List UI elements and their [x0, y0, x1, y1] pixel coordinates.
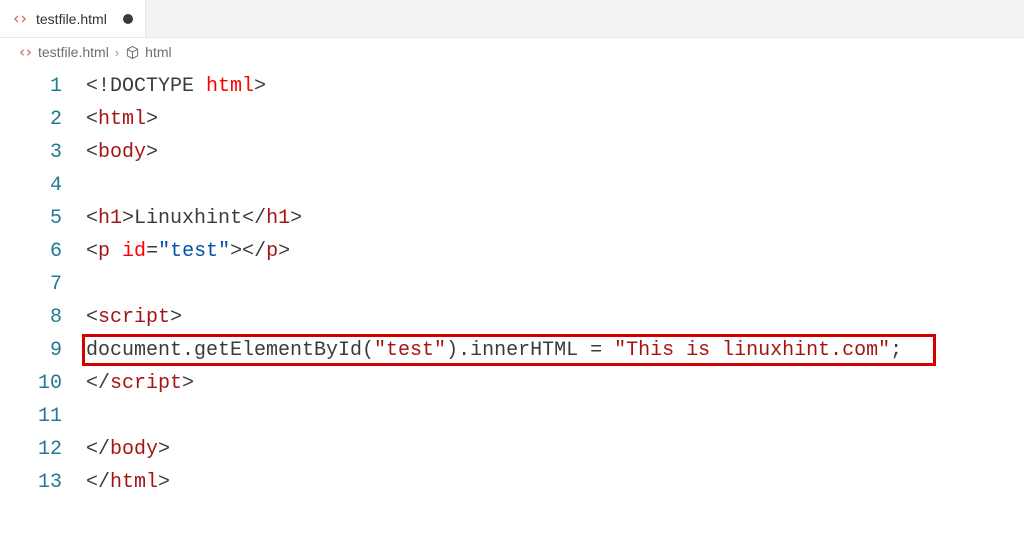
- code-line[interactable]: [86, 268, 1024, 301]
- code-line[interactable]: <script>: [86, 301, 1024, 334]
- line-number: 4: [0, 169, 62, 202]
- breadcrumb-symbol[interactable]: html: [125, 44, 171, 60]
- code-content[interactable]: <!DOCTYPE html> <html> <body> <h1>Linuxh…: [86, 70, 1024, 499]
- editor-tab[interactable]: testfile.html: [0, 0, 146, 37]
- line-number-gutter: 1 2 3 4 5 6 7 8 9 10 11 12 13: [0, 70, 86, 499]
- breadcrumb-file-label: testfile.html: [38, 44, 109, 60]
- line-number: 5: [0, 202, 62, 235]
- code-file-icon: [12, 11, 28, 27]
- code-line[interactable]: <body>: [86, 136, 1024, 169]
- unsaved-dot-icon: [123, 14, 133, 24]
- line-number: 6: [0, 235, 62, 268]
- line-number: 1: [0, 70, 62, 103]
- line-number: 10: [0, 367, 62, 400]
- tab-filename: testfile.html: [36, 11, 107, 27]
- chevron-right-icon: ›: [115, 45, 119, 60]
- code-editor[interactable]: 1 2 3 4 5 6 7 8 9 10 11 12 13 <!DOCTYPE …: [0, 66, 1024, 499]
- line-number: 7: [0, 268, 62, 301]
- code-line[interactable]: <p id="test"></p>: [86, 235, 1024, 268]
- code-line[interactable]: </html>: [86, 466, 1024, 499]
- line-number: 12: [0, 433, 62, 466]
- tab-bar: testfile.html: [0, 0, 1024, 38]
- breadcrumb: testfile.html › html: [0, 38, 1024, 66]
- symbol-icon: [125, 45, 140, 60]
- line-number: 2: [0, 103, 62, 136]
- code-line[interactable]: <html>: [86, 103, 1024, 136]
- line-number: 13: [0, 466, 62, 499]
- code-file-icon: [18, 45, 33, 60]
- code-line[interactable]: </body>: [86, 433, 1024, 466]
- breadcrumb-file[interactable]: testfile.html: [18, 44, 109, 60]
- code-line[interactable]: <!DOCTYPE html>: [86, 70, 1024, 103]
- line-number: 8: [0, 301, 62, 334]
- code-line[interactable]: document.getElementById("test").innerHTM…: [86, 334, 1024, 367]
- code-line[interactable]: [86, 400, 1024, 433]
- line-number: 9: [0, 334, 62, 367]
- code-line[interactable]: [86, 169, 1024, 202]
- line-number: 3: [0, 136, 62, 169]
- code-line[interactable]: <h1>Linuxhint</h1>: [86, 202, 1024, 235]
- breadcrumb-symbol-label: html: [145, 44, 171, 60]
- code-line[interactable]: </script>: [86, 367, 1024, 400]
- line-number: 11: [0, 400, 62, 433]
